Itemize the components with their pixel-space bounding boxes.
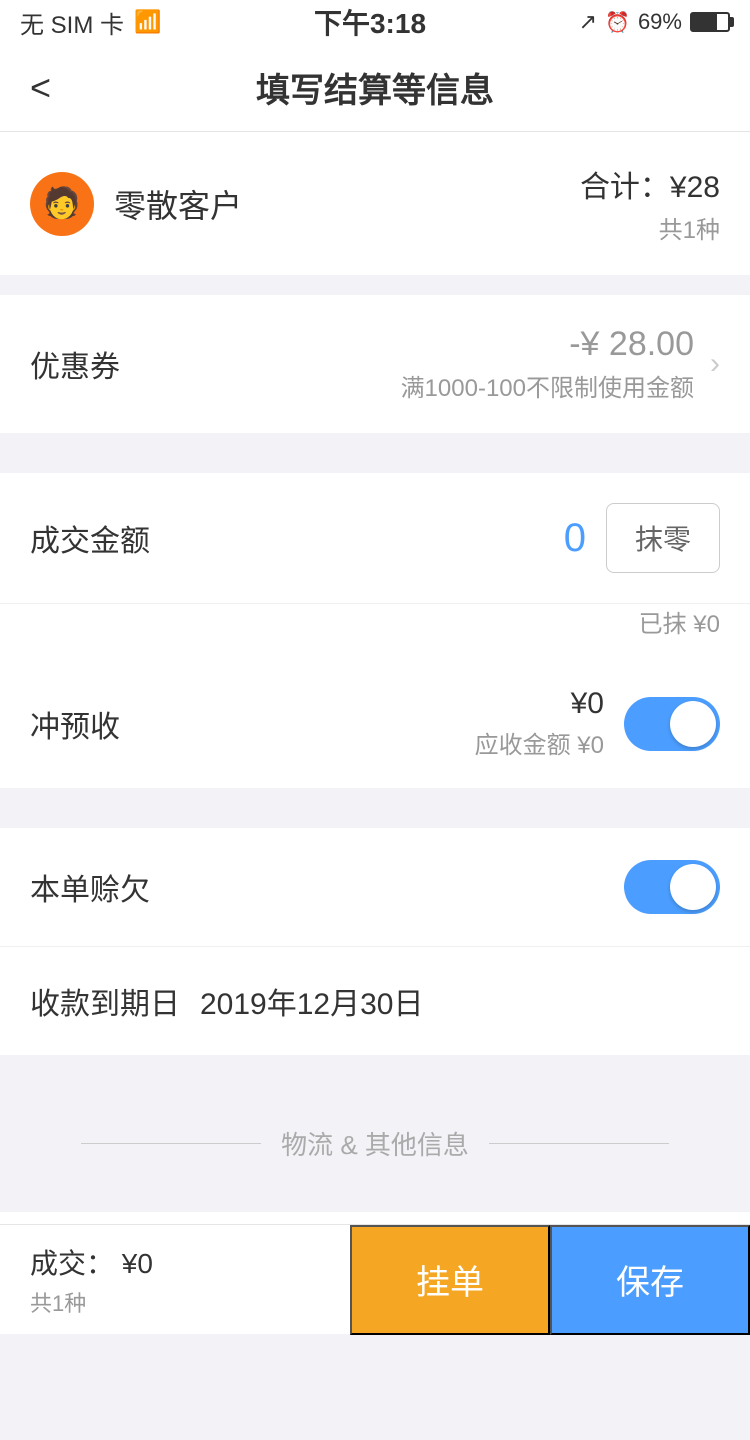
save-button[interactable]: 保存 xyxy=(550,1225,750,1335)
transaction-right: 0 抹零 xyxy=(564,503,720,573)
page-title: 填写结算等信息 xyxy=(256,63,494,112)
status-bar: 无 SIM 卡 📶 下午3:18 ↗ ⏰ 69% xyxy=(0,0,750,44)
section-gap-2 xyxy=(0,808,750,828)
customer-name: 零散客户 xyxy=(114,181,242,227)
battery-label: 69% xyxy=(638,9,682,35)
carrier-label: 无 SIM 卡 xyxy=(20,5,124,40)
prepay-amount: ¥0 xyxy=(475,687,604,721)
due-date-value: 2019年12月30日 xyxy=(200,979,423,1023)
coupon-value-col: -¥ 28.00 满1000-100不限制使用金额 xyxy=(401,325,694,403)
coupon-right: -¥ 28.00 满1000-100不限制使用金额 › xyxy=(401,325,720,403)
prepay-label: 冲预收 xyxy=(30,702,120,746)
credit-section: 本单赊欠 收款到期日 2019年12月30日 xyxy=(0,828,750,1055)
logistics-divider-section: 物流 & 其他信息 xyxy=(0,1095,750,1192)
battery-icon xyxy=(690,12,730,32)
coupon-desc: 满1000-100不限制使用金额 xyxy=(401,368,694,403)
prepay-toggle[interactable] xyxy=(624,697,720,751)
credit-row: 本单赊欠 xyxy=(0,828,750,946)
logistics-divider: 物流 & 其他信息 xyxy=(0,1125,750,1162)
coupon-section: 优惠券 -¥ 28.00 满1000-100不限制使用金额 › xyxy=(0,295,750,433)
bottom-transaction-value: ¥0 xyxy=(122,1248,153,1279)
coupon-discount: -¥ 28.00 xyxy=(401,325,694,364)
credit-label: 本单赊欠 xyxy=(30,865,150,909)
bottom-count: 共1种 xyxy=(30,1286,320,1318)
nav-bar: < 填写结算等信息 xyxy=(0,44,750,132)
hang-button[interactable]: 挂单 xyxy=(350,1225,550,1335)
bottom-bar: 成交： ¥0 共1种 挂单 保存 xyxy=(0,1224,750,1334)
time-label: 下午3:18 xyxy=(314,2,426,42)
back-button[interactable]: < xyxy=(30,67,51,109)
status-left: 无 SIM 卡 📶 xyxy=(20,5,161,40)
prepay-right: ¥0 应收金额 ¥0 xyxy=(475,687,720,760)
transaction-amount: 0 xyxy=(564,516,586,561)
logistics-label: 物流 & 其他信息 xyxy=(281,1125,469,1162)
coupon-label: 优惠券 xyxy=(30,342,120,386)
round-zero-button[interactable]: 抹零 xyxy=(606,503,720,573)
section-gap-3 xyxy=(0,1075,750,1095)
customer-info: 🧑 零散客户 xyxy=(30,172,242,236)
transaction-section: 成交金额 0 抹零 已抹 ¥0 冲预收 ¥0 应收金额 ¥0 xyxy=(0,473,750,788)
transaction-sub-row: 已抹 ¥0 xyxy=(0,604,750,659)
prepay-receivable: 应收金额 ¥0 xyxy=(475,725,604,760)
alarm-icon: ⏰ xyxy=(605,10,630,35)
due-date-row: 收款到期日 2019年12月30日 xyxy=(0,946,750,1055)
location-icon: ↗ xyxy=(579,9,597,35)
status-right: ↗ ⏰ 69% xyxy=(579,9,730,35)
section-gap-4 xyxy=(0,1192,750,1212)
transaction-row: 成交金额 0 抹零 xyxy=(0,473,750,604)
prepay-amount-col: ¥0 应收金额 ¥0 xyxy=(475,687,604,760)
transaction-sub-text: 已抹 ¥0 xyxy=(639,611,720,638)
wifi-icon: 📶 xyxy=(134,9,161,35)
credit-toggle[interactable] xyxy=(624,860,720,914)
customer-total: 合计：¥28 共1种 xyxy=(580,162,720,245)
bottom-info: 成交： ¥0 共1种 xyxy=(0,1242,350,1318)
coupon-row[interactable]: 优惠券 -¥ 28.00 满1000-100不限制使用金额 › xyxy=(0,295,750,433)
prepay-row: 冲预收 ¥0 应收金额 ¥0 xyxy=(0,659,750,788)
avatar-icon: 🧑 xyxy=(43,186,80,221)
bottom-transaction-prefix: 成交： xyxy=(30,1248,114,1279)
coupon-chevron: › xyxy=(710,347,720,381)
transaction-label: 成交金额 xyxy=(30,516,150,560)
bottom-transaction-label: 成交： ¥0 xyxy=(30,1242,320,1282)
section-gap-1 xyxy=(0,453,750,473)
due-date-label: 收款到期日 xyxy=(30,979,180,1023)
total-count: 共1种 xyxy=(580,210,720,245)
customer-avatar: 🧑 xyxy=(30,172,94,236)
total-price: 合计：¥28 xyxy=(580,162,720,206)
customer-row: 🧑 零散客户 合计：¥28 共1种 xyxy=(0,132,750,275)
